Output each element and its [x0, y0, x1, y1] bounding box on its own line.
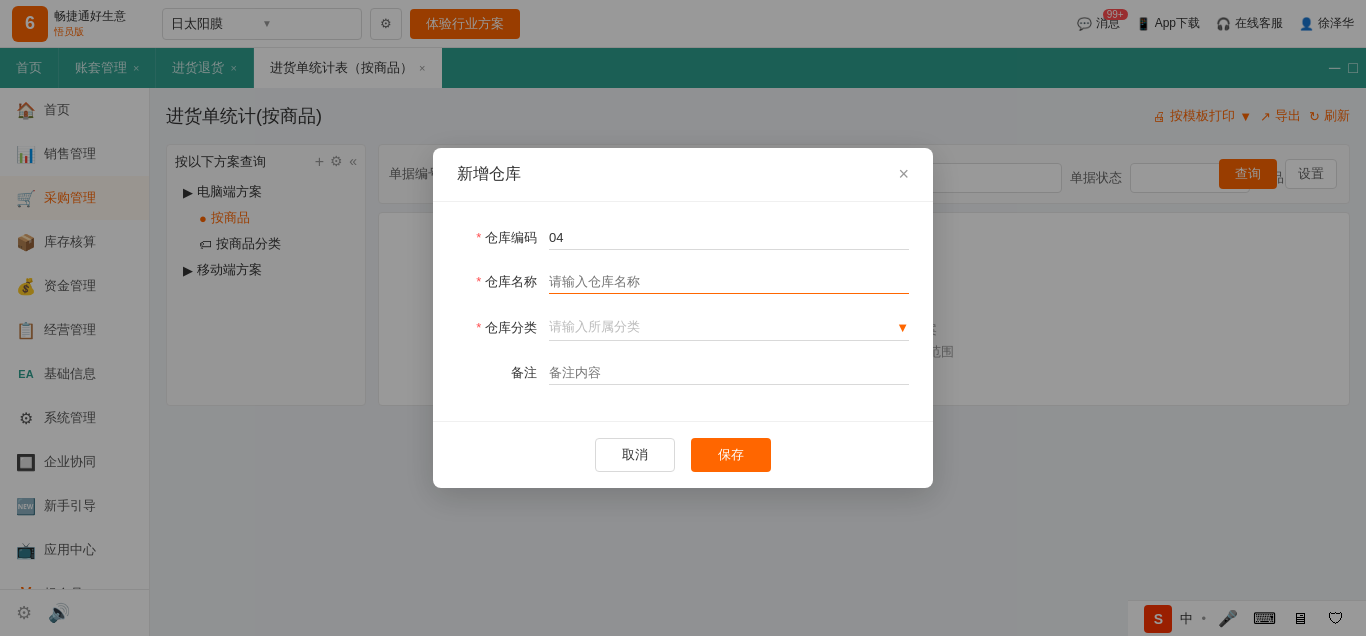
- save-button[interactable]: 保存: [691, 438, 771, 472]
- code-input[interactable]: [549, 226, 909, 250]
- modal-header: 新增仓库 ×: [433, 148, 933, 202]
- modal-overlay: 新增仓库 × 仓库编码 仓库名称 仓库分类 请输入所属分类 ▼: [0, 0, 1366, 636]
- remark-label: 备注: [457, 364, 537, 382]
- modal-title: 新增仓库: [457, 164, 521, 185]
- modal-footer: 取消 保存: [433, 421, 933, 488]
- code-label: 仓库编码: [457, 229, 537, 247]
- modal-close-button[interactable]: ×: [898, 164, 909, 185]
- name-input[interactable]: [549, 270, 909, 294]
- name-label: 仓库名称: [457, 273, 537, 291]
- modal-body: 仓库编码 仓库名称 仓库分类 请输入所属分类 ▼ 备注: [433, 202, 933, 413]
- add-warehouse-modal: 新增仓库 × 仓库编码 仓库名称 仓库分类 请输入所属分类 ▼: [433, 148, 933, 488]
- cancel-button[interactable]: 取消: [595, 438, 675, 472]
- form-row-code: 仓库编码: [457, 226, 909, 250]
- form-row-name: 仓库名称: [457, 270, 909, 294]
- category-select[interactable]: 请输入所属分类 ▼: [549, 314, 909, 341]
- form-row-remark: 备注: [457, 361, 909, 385]
- category-dropdown-icon: ▼: [896, 320, 909, 335]
- category-placeholder: 请输入所属分类: [549, 318, 640, 336]
- category-label: 仓库分类: [457, 319, 537, 337]
- remark-input[interactable]: [549, 361, 909, 385]
- form-row-category: 仓库分类 请输入所属分类 ▼: [457, 314, 909, 341]
